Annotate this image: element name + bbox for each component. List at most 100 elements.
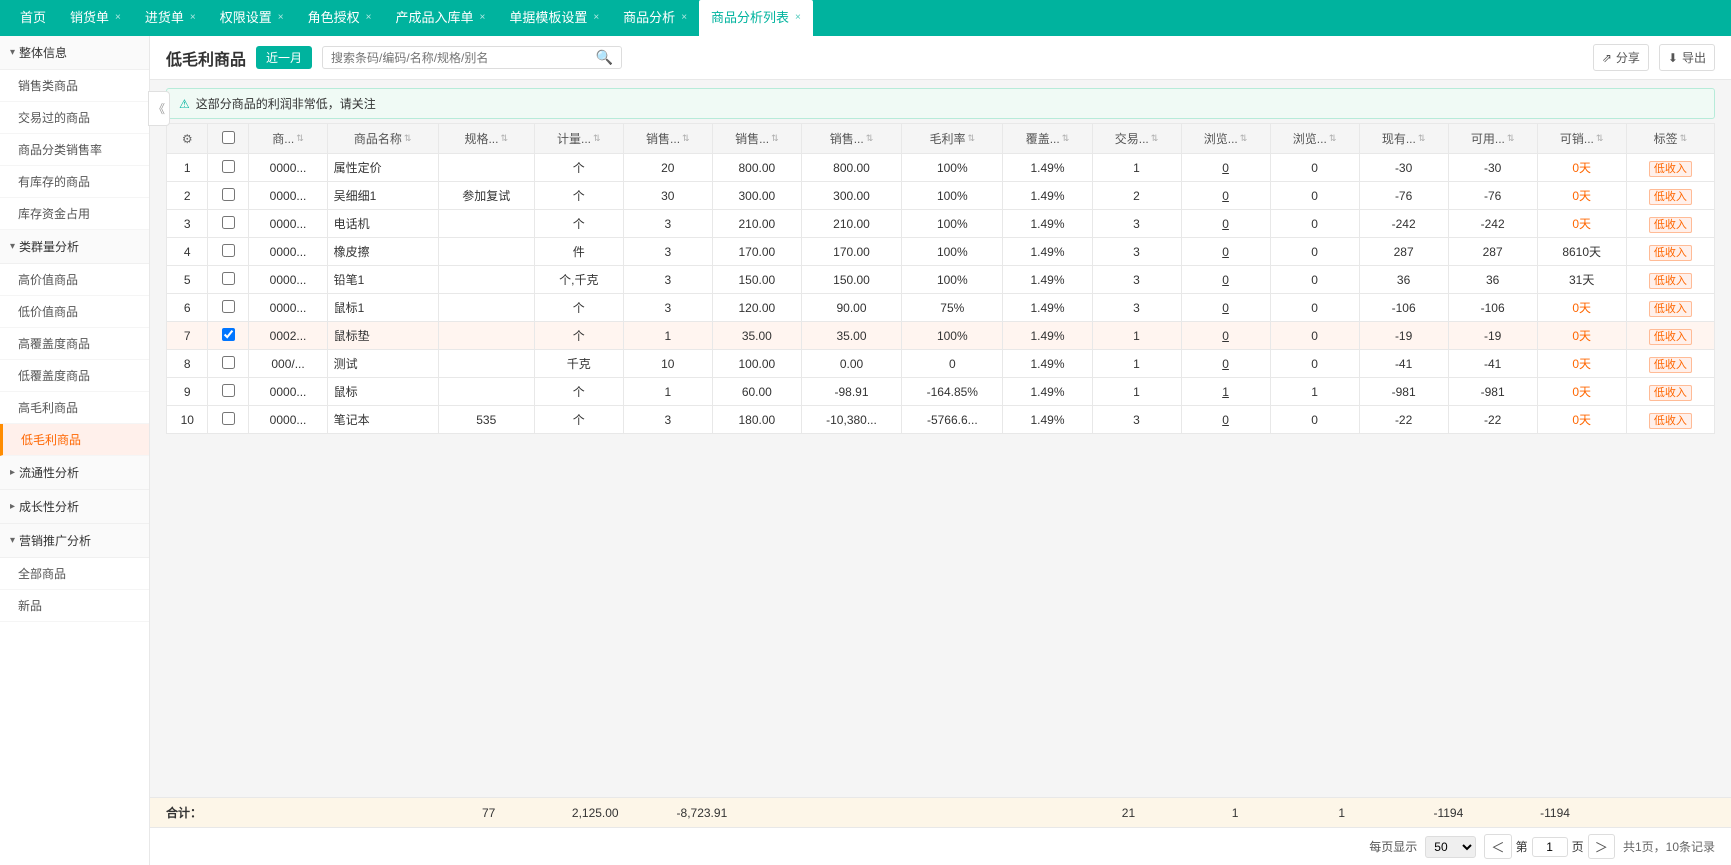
search-input[interactable] <box>331 51 596 65</box>
sort-icon[interactable]: ⇅ <box>771 133 779 144</box>
sidebar-item-in-stock[interactable]: 有库存的商品 <box>0 166 149 198</box>
sidebar-item-low-margin[interactable]: 低毛利商品 <box>0 424 149 456</box>
view-link[interactable]: 0 <box>1222 413 1229 427</box>
share-button[interactable]: ⇗ 分享 <box>1593 44 1649 71</box>
nav-purchase-order[interactable]: 进货单 × <box>133 0 208 36</box>
row-saleable: 0天 <box>1537 322 1626 350</box>
next-page-button[interactable]: ＞ <box>1588 834 1615 859</box>
close-icon[interactable]: × <box>366 0 372 36</box>
row-checkbox[interactable] <box>222 384 235 397</box>
view-link[interactable]: 0 <box>1222 301 1229 315</box>
nav-sales-order[interactable]: 销货单 × <box>58 0 133 36</box>
sidebar-section-marketing[interactable]: ▾ 营销推广分析 <box>0 524 149 558</box>
row-gross-margin: 100% <box>902 210 1003 238</box>
sort-icon[interactable]: ⇅ <box>1596 133 1604 144</box>
close-icon[interactable]: × <box>115 0 121 36</box>
close-icon[interactable]: × <box>479 0 485 36</box>
export-button[interactable]: ⬇ 导出 <box>1659 44 1715 71</box>
sort-icon[interactable]: ⇅ <box>593 133 601 144</box>
nav-template-settings[interactable]: 单据模板设置 × <box>497 0 611 36</box>
sort-icon[interactable]: ⇅ <box>1680 133 1688 144</box>
col-settings[interactable]: ⚙ <box>167 124 208 154</box>
nav-permissions[interactable]: 权限设置 × <box>208 0 296 36</box>
sort-icon[interactable]: ⇅ <box>404 133 412 144</box>
row-available: -242 <box>1448 210 1537 238</box>
search-icon[interactable]: 🔍 <box>596 49 613 66</box>
sidebar-collapse-button[interactable]: 《 <box>148 91 170 126</box>
filter-button[interactable]: 近一月 <box>256 46 312 69</box>
sort-icon[interactable]: ⇅ <box>296 133 304 144</box>
main-layout: ▾ 整体信息 销售类商品 交易过的商品 商品分类销售率 有库存的商品 库存资金占… <box>0 36 1731 865</box>
sidebar-section-growth[interactable]: ▸ 成长性分析 <box>0 490 149 524</box>
sidebar-item-high-margin[interactable]: 高毛利商品 <box>0 392 149 424</box>
page-number-input[interactable] <box>1532 837 1568 857</box>
sort-icon[interactable]: ⇅ <box>968 133 976 144</box>
close-icon[interactable]: × <box>795 0 801 36</box>
view-link[interactable]: 0 <box>1222 189 1229 203</box>
sidebar-item-low-value[interactable]: 低价值商品 <box>0 296 149 328</box>
row-checkbox[interactable] <box>222 244 235 257</box>
row-sales-amt: 150.00 <box>712 266 801 294</box>
row-checkbox[interactable] <box>222 328 235 341</box>
view-link[interactable]: 1 <box>1222 385 1229 399</box>
sort-icon[interactable]: ⇅ <box>500 133 508 144</box>
row-checkbox[interactable] <box>222 188 235 201</box>
sort-icon[interactable]: ⇅ <box>1507 133 1515 144</box>
sidebar-section-circulation[interactable]: ▸ 流通性分析 <box>0 456 149 490</box>
nav-product-entry[interactable]: 产成品入库单 × <box>383 0 497 36</box>
nav-product-analysis-list[interactable]: 商品分析列表 × <box>699 0 813 36</box>
row-checkbox[interactable] <box>222 356 235 369</box>
sidebar-item-all-goods[interactable]: 全部商品 <box>0 558 149 590</box>
row-checkbox[interactable] <box>222 272 235 285</box>
sidebar-item-traded-goods[interactable]: 交易过的商品 <box>0 102 149 134</box>
select-all-checkbox[interactable] <box>222 131 235 144</box>
view-link[interactable]: 0 <box>1222 245 1229 259</box>
view-link[interactable]: 0 <box>1222 161 1229 175</box>
row-sales-profit: 35.00 <box>801 322 901 350</box>
row-checkbox[interactable] <box>222 160 235 173</box>
sort-icon[interactable]: ⇅ <box>682 133 690 144</box>
sidebar-section-overall[interactable]: ▾ 整体信息 <box>0 36 149 70</box>
sort-icon[interactable]: ⇅ <box>1329 133 1337 144</box>
view-link[interactable]: 0 <box>1222 273 1229 287</box>
sort-icon[interactable]: ⇅ <box>1062 133 1070 144</box>
row-view2: 0 <box>1270 210 1359 238</box>
sidebar-item-stock-capital[interactable]: 库存资金占用 <box>0 198 149 230</box>
row-checkbox-cell <box>208 266 249 294</box>
sidebar-item-high-coverage[interactable]: 高覆盖度商品 <box>0 328 149 360</box>
sidebar: ▾ 整体信息 销售类商品 交易过的商品 商品分类销售率 有库存的商品 库存资金占… <box>0 36 150 865</box>
sort-icon[interactable]: ⇅ <box>1151 133 1159 144</box>
row-code: 0002... <box>249 322 327 350</box>
row-gross-margin: 100% <box>902 322 1003 350</box>
tag-badge: 低收入 <box>1649 385 1692 401</box>
row-sales-amt: 180.00 <box>712 406 801 434</box>
prev-page-button[interactable]: ＜ <box>1484 834 1511 859</box>
row-trade: 1 <box>1092 350 1181 378</box>
close-icon[interactable]: × <box>681 0 687 36</box>
row-checkbox[interactable] <box>222 412 235 425</box>
sort-icon[interactable]: ⇅ <box>866 133 874 144</box>
sidebar-item-new-goods[interactable]: 新品 <box>0 590 149 622</box>
settings-icon[interactable]: ⚙ <box>182 132 193 146</box>
view-link[interactable]: 0 <box>1222 329 1229 343</box>
row-sales-qty: 3 <box>623 210 712 238</box>
close-icon[interactable]: × <box>278 0 284 36</box>
sidebar-item-low-coverage[interactable]: 低覆盖度商品 <box>0 360 149 392</box>
close-icon[interactable]: × <box>593 0 599 36</box>
sidebar-item-category-rate[interactable]: 商品分类销售率 <box>0 134 149 166</box>
sidebar-section-cluster[interactable]: ▾ 类群量分析 <box>0 230 149 264</box>
page-size-select[interactable]: 20 50 100 200 <box>1425 836 1476 858</box>
view-link[interactable]: 0 <box>1222 217 1229 231</box>
nav-role-auth[interactable]: 角色授权 × <box>296 0 384 36</box>
nav-product-analysis[interactable]: 商品分析 × <box>611 0 699 36</box>
sidebar-item-sales-goods[interactable]: 销售类商品 <box>0 70 149 102</box>
view-link[interactable]: 0 <box>1222 357 1229 371</box>
sort-icon[interactable]: ⇅ <box>1418 133 1426 144</box>
sort-icon[interactable]: ⇅ <box>1240 133 1248 144</box>
nav-home[interactable]: 首页 <box>8 0 58 36</box>
row-checkbox[interactable] <box>222 300 235 313</box>
row-checkbox[interactable] <box>222 216 235 229</box>
tag-badge: 低收入 <box>1649 189 1692 205</box>
sidebar-item-high-value[interactable]: 高价值商品 <box>0 264 149 296</box>
close-icon[interactable]: × <box>190 0 196 36</box>
